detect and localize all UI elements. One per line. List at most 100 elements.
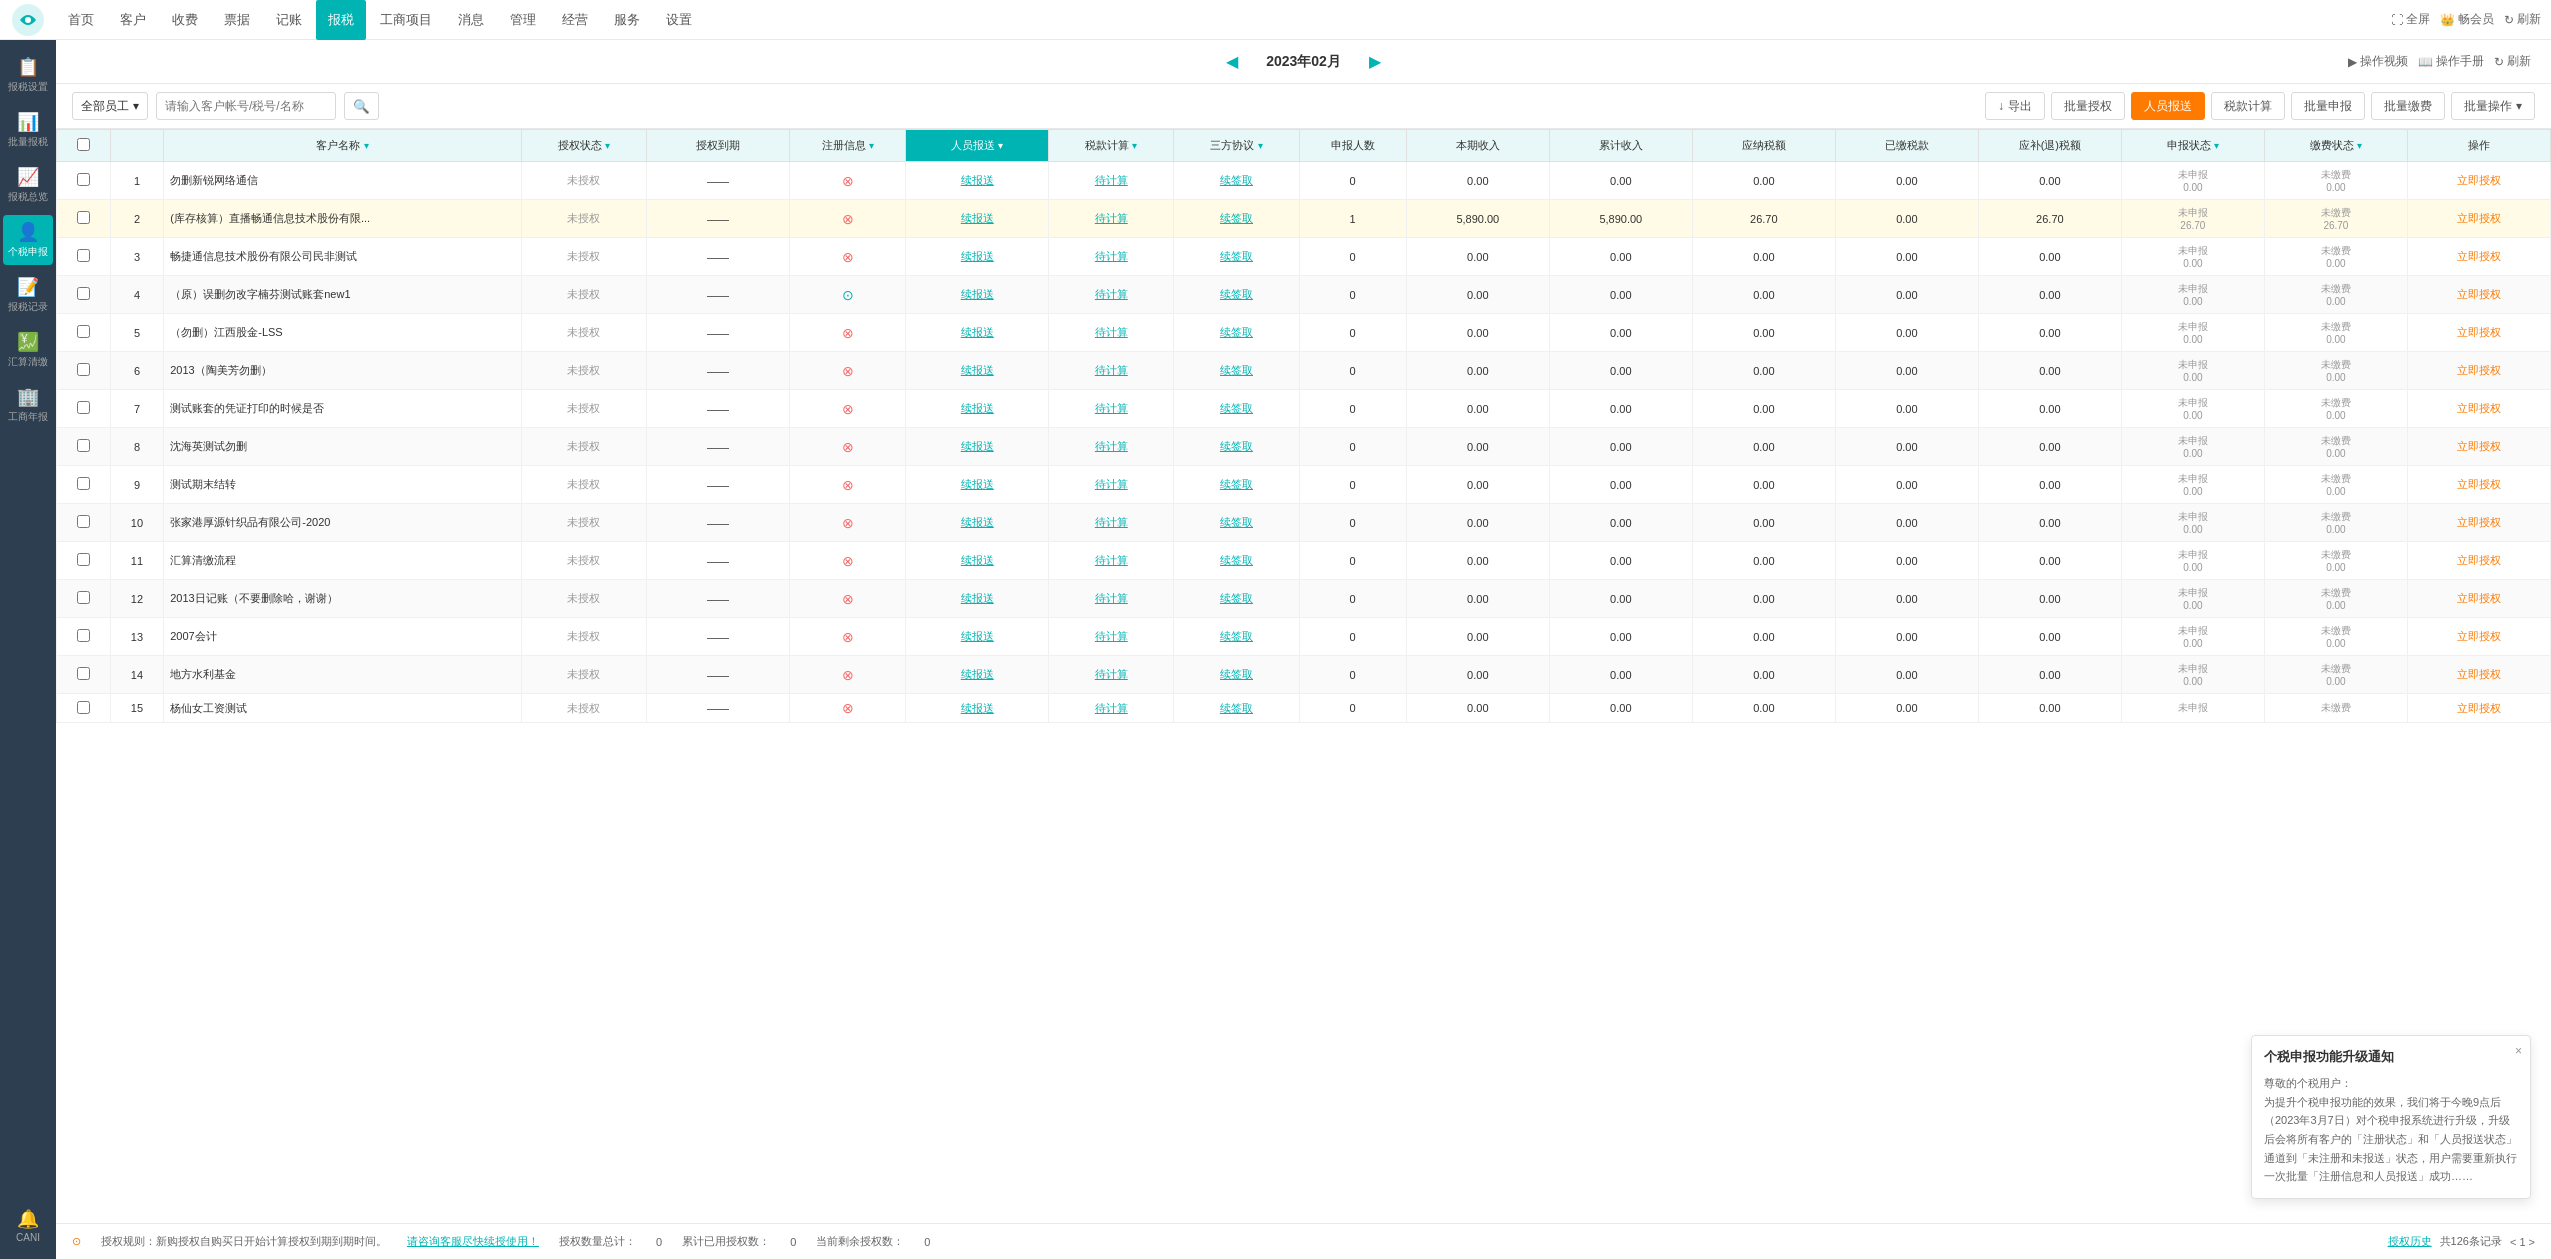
refresh-period-btn[interactable]: ↻ 刷新 [2494, 53, 2531, 70]
sidebar-item-personal-tax[interactable]: 👤 个税申报 [3, 215, 53, 265]
pay-status-filter-icon[interactable]: ▾ [2357, 140, 2362, 151]
tax-calc-link[interactable]: 待计算 [1095, 402, 1128, 414]
operation-manual-btn[interactable]: 📖 操作手册 [2418, 53, 2484, 70]
tax-calc-link[interactable]: 待计算 [1095, 516, 1128, 528]
action-btn[interactable]: 立即授权 [2457, 668, 2501, 680]
triparty-link[interactable]: 续签取 [1220, 326, 1253, 338]
triparty-link[interactable]: 续签取 [1220, 630, 1253, 642]
action-btn[interactable]: 立即授权 [2457, 702, 2501, 714]
tax-calc-link[interactable]: 待计算 [1095, 630, 1128, 642]
personnel-link[interactable]: 续报送 [961, 592, 994, 604]
personnel-link[interactable]: 续报送 [961, 326, 994, 338]
action-btn[interactable]: 立即授权 [2457, 592, 2501, 604]
tax-calc-link[interactable]: 待计算 [1095, 364, 1128, 376]
nav-operation[interactable]: 经营 [550, 0, 600, 40]
triparty-link[interactable]: 续签取 [1220, 516, 1253, 528]
row-checkbox[interactable] [77, 477, 90, 490]
tax-calc-link[interactable]: 待计算 [1095, 440, 1128, 452]
action-btn[interactable]: 立即授权 [2457, 554, 2501, 566]
report-status-filter-icon[interactable]: ▾ [2214, 140, 2219, 151]
sidebar-item-tax-overview[interactable]: 📈 报税总览 [3, 160, 53, 210]
triparty-link[interactable]: 续签取 [1220, 288, 1253, 300]
search-button[interactable]: 🔍 [344, 92, 379, 120]
sidebar-item-annual-settlement[interactable]: 💹 汇算清缴 [3, 325, 53, 375]
nav-business[interactable]: 工商项目 [368, 0, 444, 40]
auth-notice-link[interactable]: 请咨询客服尽快续授使用！ [407, 1234, 539, 1249]
nav-message[interactable]: 消息 [446, 0, 496, 40]
tax-calc-link[interactable]: 待计算 [1095, 592, 1128, 604]
tax-calc-link[interactable]: 待计算 [1095, 250, 1128, 262]
batch-actions-btn[interactable]: 批量操作 ▾ [2451, 92, 2535, 120]
personnel-link[interactable]: 续报送 [961, 630, 994, 642]
member-btn[interactable]: 👑 畅会员 [2440, 11, 2494, 28]
action-btn[interactable]: 立即授权 [2457, 250, 2501, 262]
row-checkbox[interactable] [77, 325, 90, 338]
action-btn[interactable]: 立即授权 [2457, 174, 2501, 186]
th-personnel[interactable]: 人员报送 ▾ [906, 130, 1049, 162]
action-btn[interactable]: 立即授权 [2457, 478, 2501, 490]
personnel-link[interactable]: 续报送 [961, 212, 994, 224]
nav-manage[interactable]: 管理 [498, 0, 548, 40]
th-tax-calc[interactable]: 税款计算 ▾ [1049, 130, 1174, 162]
th-reg-info[interactable]: 注册信息 ▾ [789, 130, 905, 162]
row-checkbox[interactable] [77, 701, 90, 714]
row-checkbox[interactable] [77, 515, 90, 528]
row-checkbox[interactable] [77, 591, 90, 604]
batch-pay-btn[interactable]: 批量缴费 [2371, 92, 2445, 120]
triparty-link[interactable]: 续签取 [1220, 668, 1253, 680]
tax-calc-link[interactable]: 待计算 [1095, 326, 1128, 338]
sidebar-item-cani[interactable]: 🔔 CANI [3, 1202, 53, 1249]
tax-calc-link[interactable]: 待计算 [1095, 554, 1128, 566]
action-btn[interactable]: 立即授权 [2457, 630, 2501, 642]
action-btn[interactable]: 立即授权 [2457, 364, 2501, 376]
triparty-filter-icon[interactable]: ▾ [1258, 140, 1263, 151]
select-all-checkbox[interactable] [77, 138, 90, 151]
th-triparty[interactable]: 三方协议 ▾ [1174, 130, 1299, 162]
tax-calc-link[interactable]: 待计算 [1095, 702, 1128, 714]
personnel-link[interactable]: 续报送 [961, 364, 994, 376]
sidebar-item-tax-records[interactable]: 📝 报税记录 [3, 270, 53, 320]
triparty-link[interactable]: 续签取 [1220, 364, 1253, 376]
auth-status-filter-icon[interactable]: ▾ [605, 140, 610, 151]
triparty-link[interactable]: 续签取 [1220, 702, 1253, 714]
triparty-link[interactable]: 续签取 [1220, 478, 1253, 490]
personnel-link[interactable]: 续报送 [961, 702, 994, 714]
name-filter-icon[interactable]: ▾ [364, 140, 369, 151]
row-checkbox[interactable] [77, 363, 90, 376]
triparty-link[interactable]: 续签取 [1220, 554, 1253, 566]
refresh-top-btn[interactable]: ↻ 刷新 [2504, 11, 2541, 28]
personnel-link[interactable]: 续报送 [961, 174, 994, 186]
sidebar-item-business-annual[interactable]: 🏢 工商年报 [3, 380, 53, 430]
row-checkbox[interactable] [77, 173, 90, 186]
row-checkbox[interactable] [77, 439, 90, 452]
triparty-link[interactable]: 续签取 [1220, 402, 1253, 414]
nav-tax[interactable]: 报税 [316, 0, 366, 40]
th-pay-status[interactable]: 缴费状态 ▾ [2264, 130, 2407, 162]
row-checkbox[interactable] [77, 667, 90, 680]
tax-calc-btn[interactable]: 税款计算 [2211, 92, 2285, 120]
triparty-link[interactable]: 续签取 [1220, 174, 1253, 186]
export-btn[interactable]: ↓ 导出 [1985, 92, 2045, 120]
personnel-filter-icon[interactable]: ▾ [998, 140, 1003, 151]
action-btn[interactable]: 立即授权 [2457, 516, 2501, 528]
personnel-link[interactable]: 续报送 [961, 288, 994, 300]
auth-history-link[interactable]: 授权历史 [2388, 1234, 2432, 1249]
search-input[interactable] [156, 92, 336, 120]
reg-info-filter-icon[interactable]: ▾ [869, 140, 874, 151]
tax-calc-link[interactable]: 待计算 [1095, 174, 1128, 186]
fullscreen-btn[interactable]: ⛶ 全屏 [2391, 11, 2430, 28]
employee-filter-select[interactable]: 全部员工 ▾ [72, 92, 148, 120]
row-checkbox[interactable] [77, 553, 90, 566]
row-checkbox[interactable] [77, 211, 90, 224]
row-checkbox[interactable] [77, 287, 90, 300]
triparty-link[interactable]: 续签取 [1220, 212, 1253, 224]
row-checkbox[interactable] [77, 401, 90, 414]
notification-close-btn[interactable]: × [2515, 1044, 2522, 1058]
th-report-status[interactable]: 申报状态 ▾ [2121, 130, 2264, 162]
tax-calc-link[interactable]: 待计算 [1095, 212, 1128, 224]
operation-video-btn[interactable]: ▶ 操作视频 [2348, 53, 2408, 70]
action-btn[interactable]: 立即授权 [2457, 288, 2501, 300]
tax-calc-link[interactable]: 待计算 [1095, 668, 1128, 680]
sidebar-item-batch-tax[interactable]: 📊 批量报税 [3, 105, 53, 155]
sidebar-item-tax-settings[interactable]: 📋 报税设置 [3, 50, 53, 100]
